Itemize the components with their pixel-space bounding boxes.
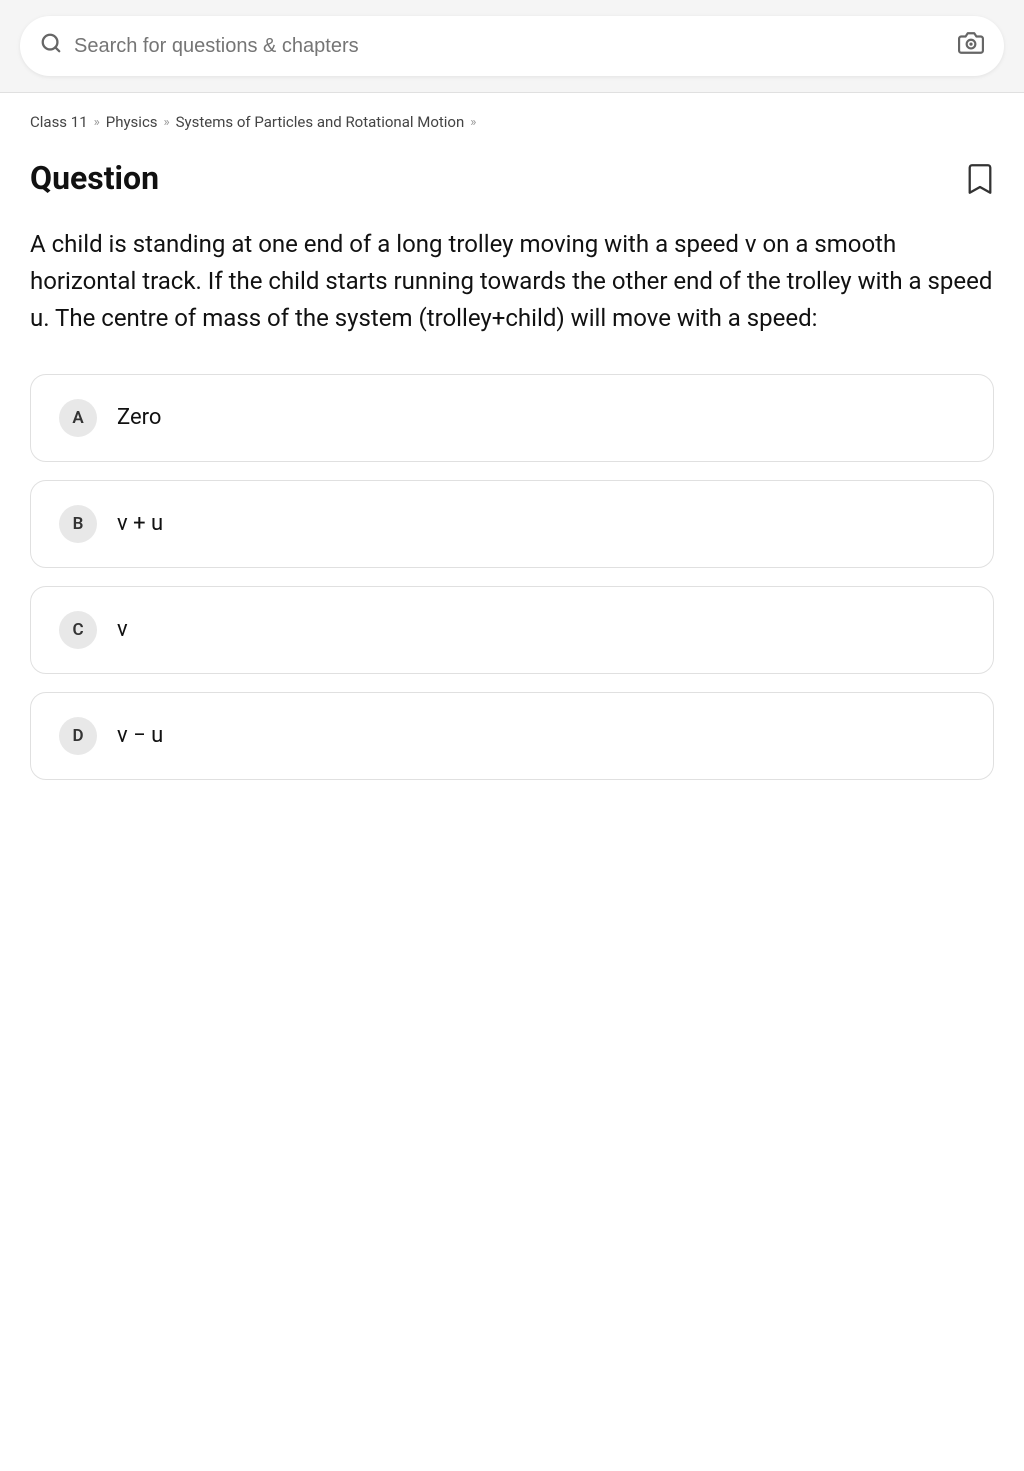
breadcrumb-chapter[interactable]: Systems of Particles and Rotational Moti… [176,113,465,131]
breadcrumb-class[interactable]: Class 11 [30,113,88,131]
breadcrumb-sep-1: » [94,115,100,130]
camera-icon[interactable] [958,30,984,62]
option-b-text: v + u [117,511,163,536]
option-d-text: v − u [117,723,163,748]
breadcrumb-subject[interactable]: Physics [106,113,158,131]
option-a-text: Zero [117,405,161,430]
option-c[interactable]: C v [30,586,994,674]
question-title: Question [30,159,159,197]
breadcrumb-sep-3: » [470,115,476,130]
question-text: A child is standing at one end of a long… [30,226,994,338]
option-a-badge: A [59,399,97,437]
search-bar [20,16,1004,76]
main-content: Question A child is standing at one end … [0,139,1024,820]
option-c-text: v [117,617,128,642]
question-header: Question [30,159,994,202]
option-d-badge: D [59,717,97,755]
search-bar-container [0,0,1024,93]
option-b-badge: B [59,505,97,543]
option-b[interactable]: B v + u [30,480,994,568]
search-icon [40,32,62,60]
option-d[interactable]: D v − u [30,692,994,780]
option-c-badge: C [59,611,97,649]
search-input[interactable] [74,35,946,58]
option-a[interactable]: A Zero [30,374,994,462]
breadcrumb: Class 11 » Physics » Systems of Particle… [0,93,1024,139]
bookmark-icon[interactable] [966,163,994,202]
breadcrumb-sep-2: » [164,115,170,130]
options-list: A Zero B v + u C v D v − u [30,374,994,780]
